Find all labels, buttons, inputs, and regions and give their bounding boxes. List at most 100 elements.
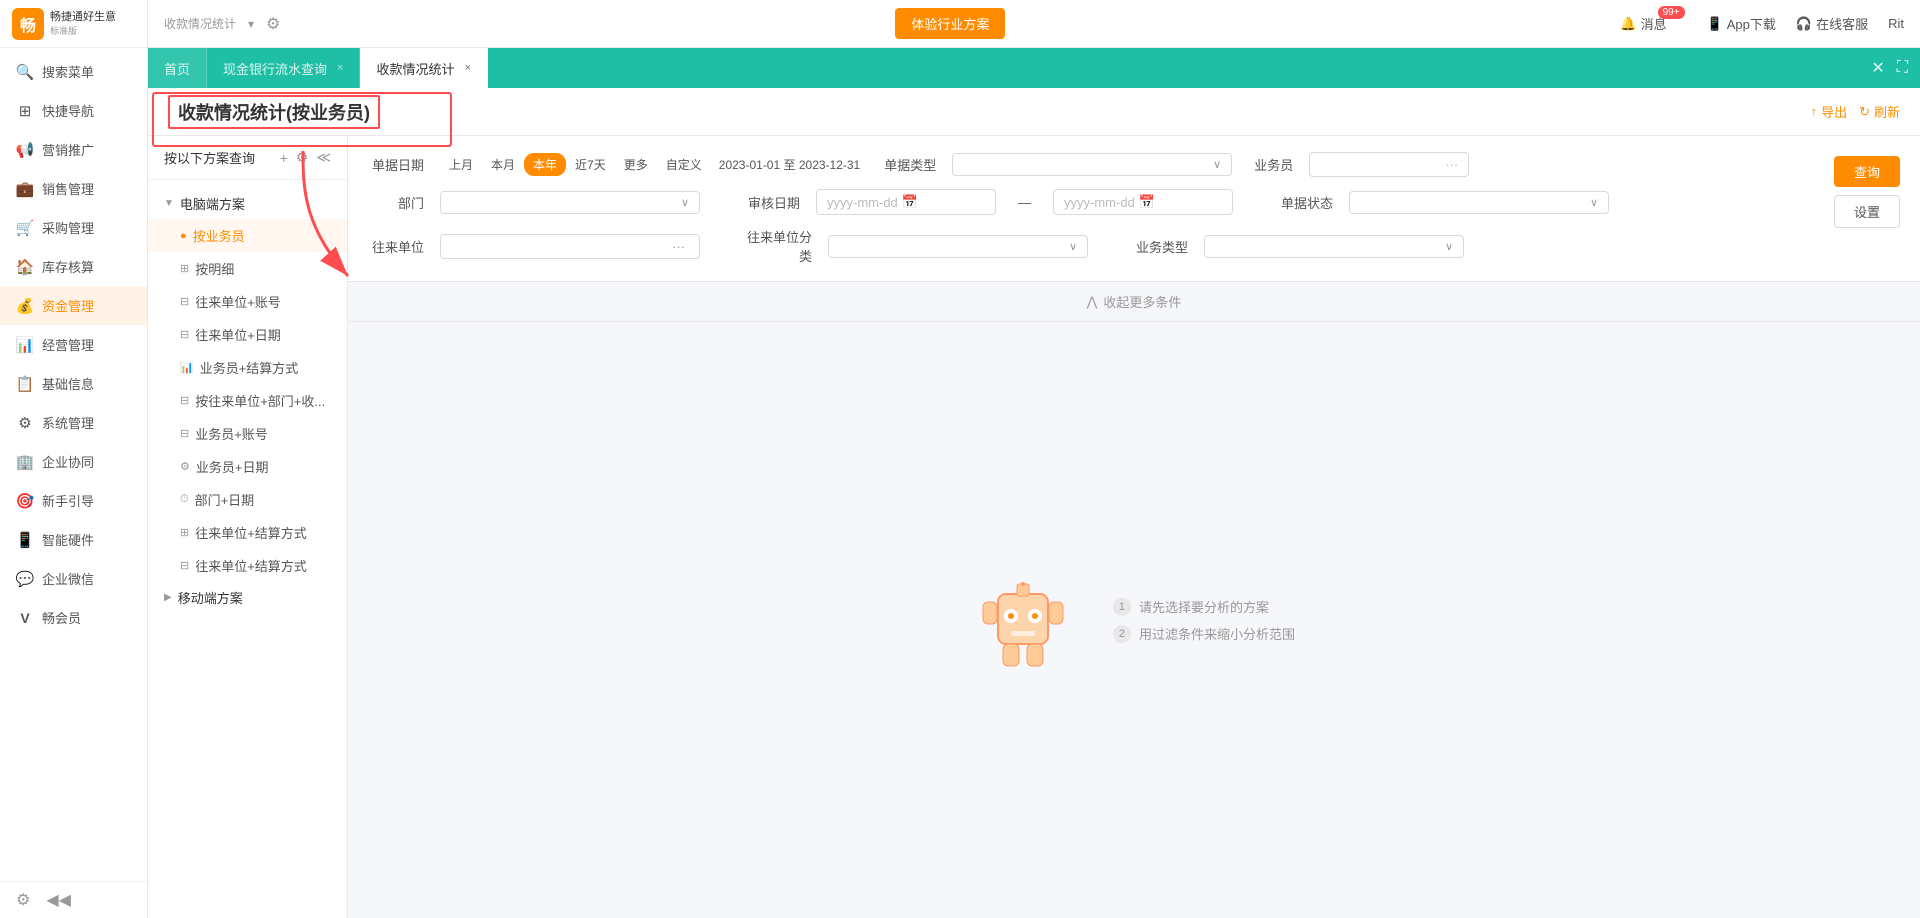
calendar-icon: 📅 bbox=[902, 194, 918, 210]
scheme-group-desktop-header[interactable]: ▼ 电脑端方案 bbox=[148, 188, 347, 219]
scheme-item-salesperson-account[interactable]: ⊟ 业务员+账号 bbox=[148, 417, 347, 450]
dept-select[interactable]: ∨ bbox=[440, 191, 700, 214]
tab-home-label: 首页 bbox=[164, 59, 190, 78]
this-month-btn[interactable]: 本月 bbox=[482, 152, 524, 177]
app-download-label: App下载 bbox=[1727, 14, 1776, 33]
more-btn[interactable]: 更多 bbox=[615, 152, 657, 177]
sidebar-item-label: 搜索菜单 bbox=[42, 62, 94, 81]
sidebar-item-guide[interactable]: 🎯 新手引导 bbox=[0, 481, 147, 520]
sidebar-item-quick-nav[interactable]: ⊞ 快捷导航 bbox=[0, 91, 147, 130]
scheme-group-mobile: ▶ 移动端方案 bbox=[148, 582, 347, 613]
scheme-item-unit-account[interactable]: ⊟ 往来单位+账号 bbox=[148, 285, 347, 318]
sidebar-item-wechat[interactable]: 💬 企业微信 bbox=[0, 559, 147, 598]
system-icon: ⚙ bbox=[16, 414, 34, 432]
unit-dept-icon: ⊟ bbox=[180, 394, 189, 407]
sidebar-item-hardware[interactable]: 📱 智能硬件 bbox=[0, 520, 147, 559]
tab-collection[interactable]: 收款情况统计 × bbox=[360, 48, 487, 88]
page-actions: ↑ 导出 ↻ 刷新 bbox=[1811, 102, 1900, 121]
sidebar-item-inventory[interactable]: 🏠 库存核算 bbox=[0, 247, 147, 286]
sidebar-item-sales[interactable]: 💼 销售管理 bbox=[0, 169, 147, 208]
scheme-item-unit-settle1[interactable]: ⊞ 往来单位+结算方式 bbox=[148, 516, 347, 549]
business-type-select[interactable]: ∨ bbox=[1204, 235, 1464, 258]
scheme-item-label: 按业务员 bbox=[193, 226, 245, 245]
enterprise-icon: 🏢 bbox=[16, 453, 34, 471]
scheme-item-unit-settle2[interactable]: ⊟ 往来单位+结算方式 bbox=[148, 549, 347, 582]
settings-scheme-icon[interactable]: ⚙ bbox=[296, 149, 309, 166]
collapse-sidebar-icon[interactable]: ◀◀ bbox=[46, 890, 71, 910]
online-service-btn[interactable]: 🎧 在线客服 bbox=[1796, 14, 1868, 33]
headset-icon: 🎧 bbox=[1796, 16, 1812, 32]
collapse-bar[interactable]: ⋀ 收起更多条件 bbox=[348, 282, 1920, 322]
logo-text: 畅捷通好生意 bbox=[50, 10, 116, 24]
inventory-icon: 🏠 bbox=[16, 258, 34, 276]
last-month-btn[interactable]: 上月 bbox=[440, 152, 482, 177]
sidebar-item-business[interactable]: 📊 经营管理 bbox=[0, 325, 147, 364]
tab-close-collection[interactable]: × bbox=[464, 62, 470, 74]
content-area: 按以下方案查询 + ⚙ ≪ ▼ 电脑端方案 ● 按业务员 bbox=[148, 136, 1920, 918]
tab-home[interactable]: 首页 bbox=[148, 48, 207, 88]
custom-btn[interactable]: 自定义 bbox=[657, 152, 711, 177]
partner-category-select[interactable]: ∨ bbox=[828, 235, 1088, 258]
doc-type-select[interactable]: ∨ bbox=[952, 153, 1232, 176]
scheme-group-mobile-header[interactable]: ▶ 移动端方案 bbox=[148, 582, 347, 613]
business-icon: 📊 bbox=[16, 336, 34, 354]
unit-date-icon: ⊟ bbox=[180, 328, 189, 341]
settings-footer-icon[interactable]: ⚙ bbox=[16, 890, 30, 910]
collapse-scheme-icon[interactable]: ≪ bbox=[316, 149, 331, 166]
query-btn[interactable]: 查询 bbox=[1834, 156, 1900, 187]
review-date-start-input[interactable]: yyyy-mm-dd 📅 bbox=[816, 189, 996, 215]
main-area: 收款情况统计 ▾ ⚙ 体验行业方案 🔔 消息 99+ 📱 App下载 🎧 在线客… bbox=[148, 0, 1920, 918]
scheme-group-desktop: ▼ 电脑端方案 ● 按业务员 ⊞ 按明细 ⊟ 往来单位+账号 bbox=[148, 188, 347, 582]
sidebar-item-label: 库存核算 bbox=[42, 257, 94, 276]
scheme-item-label: 往来单位+结算方式 bbox=[195, 523, 307, 542]
sidebar-item-search[interactable]: 🔍 搜索菜单 bbox=[0, 52, 147, 91]
scheme-item-unit-dept-collect[interactable]: ⊟ 按往来单位+部门+收... bbox=[148, 384, 347, 417]
sidebar-item-basic[interactable]: 📋 基础信息 bbox=[0, 364, 147, 403]
business-type-filter-label: 业务类型 bbox=[1128, 237, 1188, 256]
date-dash: — bbox=[1012, 195, 1037, 210]
topbar-dropdown-icon[interactable]: ▾ bbox=[248, 17, 254, 31]
tab-bank-flow[interactable]: 现金银行流水查询 × bbox=[207, 48, 360, 88]
refresh-btn[interactable]: ↻ 刷新 bbox=[1859, 102, 1900, 121]
scheme-item-label: 按明细 bbox=[195, 259, 234, 278]
trial-btn[interactable]: 体验行业方案 bbox=[895, 8, 1005, 39]
scheme-item-label: 业务员+账号 bbox=[195, 424, 268, 443]
scheme-item-salesperson-date[interactable]: ⚙ 业务员+日期 bbox=[148, 450, 347, 483]
review-date-end-input[interactable]: yyyy-mm-dd 📅 bbox=[1053, 189, 1233, 215]
scheme-item-by-detail[interactable]: ⊞ 按明细 bbox=[148, 252, 347, 285]
close-all-tabs-icon[interactable]: ✕ bbox=[1871, 58, 1884, 78]
scheme-item-dept-date[interactable]: ⏱ 部门+日期 bbox=[148, 483, 347, 516]
this-year-btn[interactable]: 本年 bbox=[524, 153, 566, 176]
salesperson-select[interactable]: ··· bbox=[1309, 152, 1469, 177]
sidebar-item-enterprise[interactable]: 🏢 企业协同 bbox=[0, 442, 147, 481]
settings-btn[interactable]: 设置 bbox=[1834, 195, 1900, 228]
user-name[interactable]: Rit bbox=[1888, 16, 1904, 31]
scheme-item-label: 往来单位+账号 bbox=[195, 292, 281, 311]
doc-status-select[interactable]: ∨ bbox=[1349, 191, 1609, 214]
empty-state: 1 请先选择要分析的方案 2 用过滤条件来缩小分析范围 bbox=[348, 322, 1920, 918]
sidebar-item-finance[interactable]: 💰 资金管理 bbox=[0, 286, 147, 325]
topbar-gear-icon[interactable]: ⚙ bbox=[266, 14, 280, 34]
scheme-panel-icons: + ⚙ ≪ bbox=[280, 149, 331, 166]
doc-type-filter-label: 单据类型 bbox=[876, 155, 936, 174]
expand-tabs-icon[interactable]: ⛶ bbox=[1897, 59, 1908, 77]
sidebar-item-marketing[interactable]: 📢 营销推广 bbox=[0, 130, 147, 169]
scheme-item-salesperson-settle[interactable]: 📊 业务员+结算方式 bbox=[148, 351, 347, 384]
last-7days-btn[interactable]: 近7天 bbox=[566, 152, 615, 177]
export-btn[interactable]: ↑ 导出 bbox=[1811, 102, 1848, 121]
sidebar-item-system[interactable]: ⚙ 系统管理 bbox=[0, 403, 147, 442]
sidebar-item-purchase[interactable]: 🛒 采购管理 bbox=[0, 208, 147, 247]
sidebar-item-vip[interactable]: V 畅会员 bbox=[0, 598, 147, 637]
message-btn[interactable]: 🔔 消息 99+ bbox=[1620, 14, 1666, 33]
partner-select[interactable]: ··· bbox=[440, 234, 700, 259]
app-download-btn[interactable]: 📱 App下载 bbox=[1707, 14, 1776, 33]
date-buttons-group: 上月 本月 本年 近7天 更多 自定义 2023-01-01 至 2023-12… bbox=[440, 152, 860, 177]
scheme-item-by-salesperson[interactable]: ● 按业务员 bbox=[148, 219, 347, 252]
add-scheme-icon[interactable]: + bbox=[280, 150, 288, 166]
tab-close-bank-flow[interactable]: × bbox=[337, 62, 343, 74]
scheme-group-mobile-label: 移动端方案 bbox=[178, 588, 243, 607]
sidebar-item-label: 资金管理 bbox=[42, 296, 94, 315]
scheme-item-unit-date[interactable]: ⊟ 往来单位+日期 bbox=[148, 318, 347, 351]
sidebar-nav: 🔍 搜索菜单 ⊞ 快捷导航 📢 营销推广 💼 销售管理 🛒 采购管理 🏠 库存核… bbox=[0, 48, 147, 881]
sidebar-item-label: 系统管理 bbox=[42, 413, 94, 432]
